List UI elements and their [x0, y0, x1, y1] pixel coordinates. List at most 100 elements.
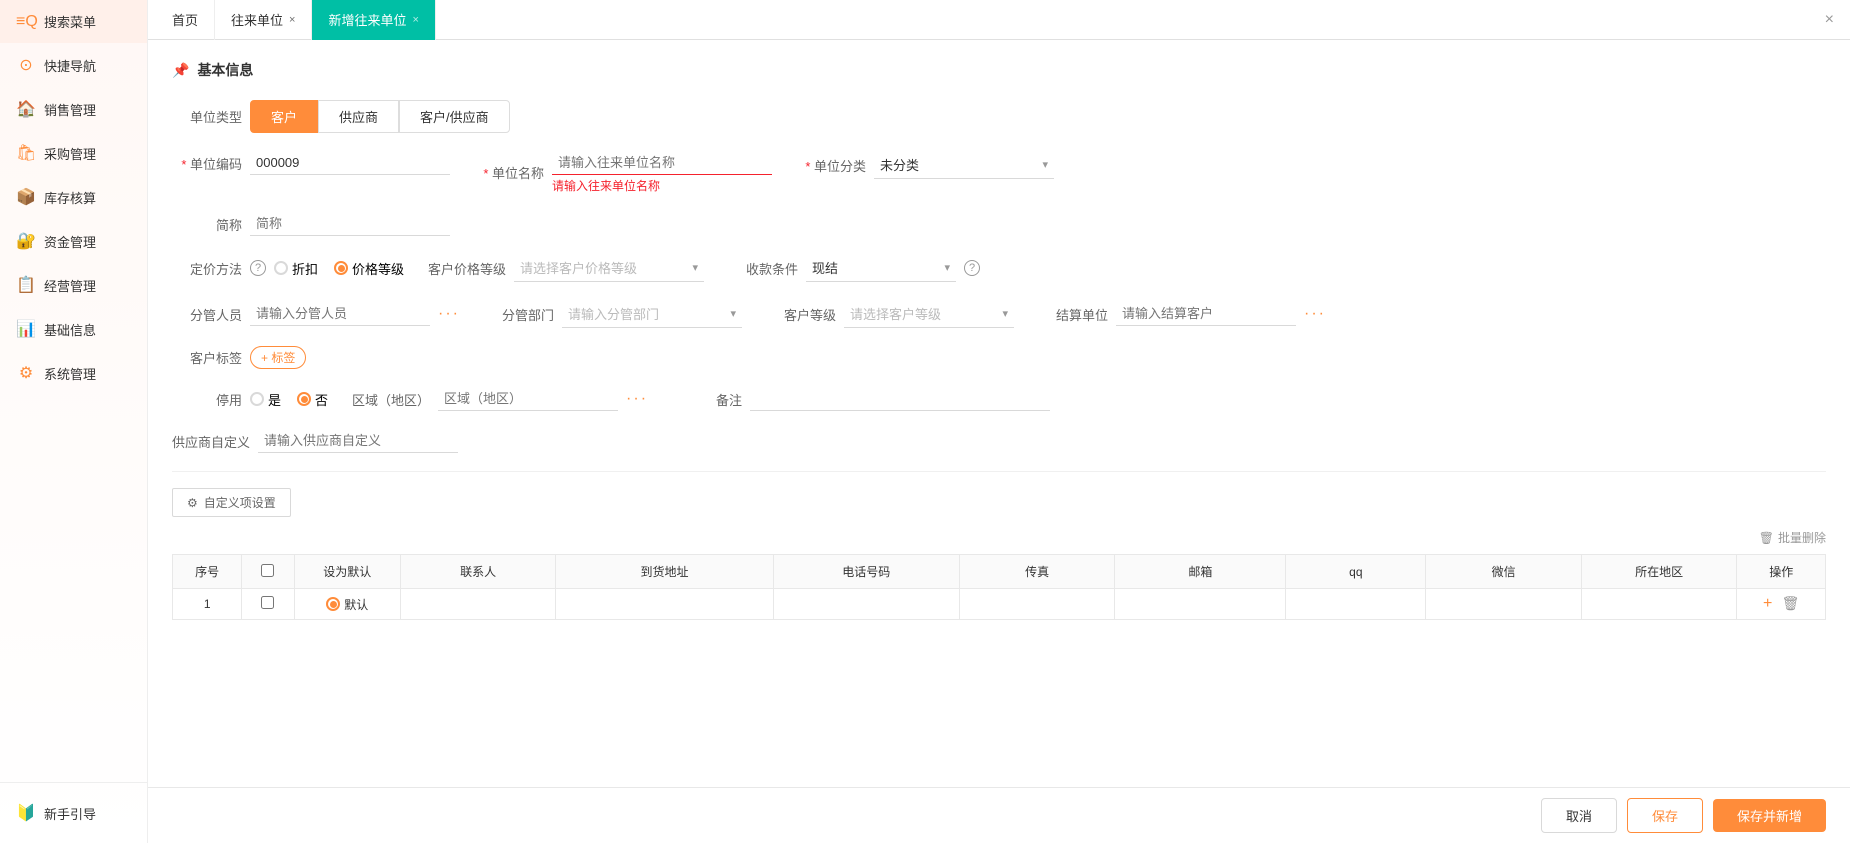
customer-level-label: 客户等级 — [766, 305, 836, 324]
row-wechat-input[interactable] — [1464, 597, 1544, 612]
sidebar-item-sales[interactable]: 🏠 销售管理 — [0, 87, 147, 131]
unit-name-error: 请输入往来单位名称 — [552, 177, 772, 194]
batch-delete-button[interactable]: 🗑 批量删除 — [1759, 529, 1826, 546]
sidebar-item-inventory[interactable]: 📦 库存核算 — [0, 175, 147, 219]
sidebar-item-label: 系统管理 — [44, 364, 96, 383]
col-email: 邮箱 — [1115, 555, 1286, 589]
tab-partner-new[interactable]: 新增往来单位 × — [312, 0, 435, 40]
settlement-more-icon[interactable]: ··· — [1304, 305, 1326, 323]
type-btn-customer[interactable]: 客户 — [250, 100, 318, 133]
row-radio-inner — [330, 601, 337, 608]
row-fax-input[interactable] — [997, 597, 1077, 612]
abbr-input[interactable] — [250, 212, 450, 236]
row-phone-input[interactable] — [816, 597, 916, 612]
tab-partner-list[interactable]: 往来单位 × — [215, 0, 312, 40]
tag-add-button[interactable]: + 标签 — [250, 346, 306, 369]
row-qq — [1286, 589, 1426, 620]
select-all-checkbox[interactable] — [261, 564, 274, 577]
contact-table-area: 🗑 批量删除 序号 设为默认 联系人 到货地址 电话号码 传真 邮箱 qq — [172, 529, 1826, 620]
supplier-custom-input[interactable] — [258, 429, 458, 453]
unit-type-label: 单位类型 — [172, 107, 242, 126]
sidebar-item-system[interactable]: ⚙ 系统管理 — [0, 351, 147, 395]
settlement-label: 结算单位 — [1038, 305, 1108, 324]
sidebar-item-base-info[interactable]: 📊 基础信息 — [0, 307, 147, 351]
finance-icon: 🔐 — [16, 231, 36, 251]
close-all-tabs[interactable]: × — [1817, 11, 1842, 29]
disable-no-label: 否 — [315, 390, 328, 409]
tab-home[interactable]: 首页 — [156, 0, 215, 40]
type-btn-supplier[interactable]: 供应商 — [318, 100, 399, 133]
supplier-custom-row: 供应商自定义 — [172, 429, 1826, 453]
row-email-input[interactable] — [1155, 597, 1245, 612]
region-field: 区域（地区） ··· — [352, 387, 648, 411]
sidebar-item-guide[interactable]: 🔰 新手引导 — [0, 791, 147, 835]
save-new-button[interactable]: 保存并新增 — [1713, 799, 1826, 832]
dept-select[interactable]: 请输入分管部门 ▾ — [562, 300, 742, 328]
tab-partner-list-close[interactable]: × — [289, 14, 295, 26]
disable-label: 停用 — [172, 390, 242, 409]
disable-radio-yes[interactable]: 是 — [250, 390, 281, 409]
unit-category-label: 单位分类 — [796, 156, 866, 175]
pricing-radio-discount[interactable]: 折扣 — [274, 259, 318, 278]
sidebar-item-label: 快捷导航 — [44, 56, 96, 75]
unit-code-label: 单位编码 — [172, 154, 242, 173]
manager-more-icon[interactable]: ··· — [438, 305, 460, 323]
save-button[interactable]: 保存 — [1627, 798, 1703, 833]
customer-price-select[interactable]: 请选择客户价格等级 ▾ — [514, 254, 704, 282]
col-checkbox — [242, 555, 294, 589]
row-checkbox-input[interactable] — [261, 596, 274, 609]
customer-level-field: 客户等级 请选择客户等级 ▾ — [766, 300, 1014, 328]
sidebar-item-operations[interactable]: 📋 经营管理 — [0, 263, 147, 307]
disable-radio-no[interactable]: 否 — [297, 390, 328, 409]
payment-select[interactable]: 现结 ▾ — [806, 254, 956, 282]
region-input[interactable] — [438, 387, 618, 411]
settlement-input[interactable] — [1116, 302, 1296, 326]
dept-arrow: ▾ — [730, 307, 736, 320]
unit-code-field: 单位编码 — [172, 151, 450, 175]
disable-yes-label: 是 — [268, 390, 281, 409]
sidebar-item-label: 采购管理 — [44, 144, 96, 163]
tab-partner-new-close[interactable]: × — [412, 14, 418, 26]
remark-input[interactable] — [750, 387, 1050, 411]
customer-price-arrow: ▾ — [693, 261, 699, 274]
custom-settings-button[interactable]: ⚙ 自定义项设置 — [172, 488, 291, 517]
row-default-radio[interactable]: 默认 — [305, 596, 390, 613]
unit-category-value: 未分类 — [880, 155, 919, 174]
customer-level-select[interactable]: 请选择客户等级 ▾ — [844, 300, 1014, 328]
sidebar-item-label: 基础信息 — [44, 320, 96, 339]
manager-input[interactable] — [250, 302, 430, 326]
customer-price-label: 客户价格等级 — [428, 259, 506, 278]
tag-add-label: + 标签 — [261, 349, 295, 366]
cancel-button[interactable]: 取消 — [1541, 798, 1617, 833]
sidebar-item-purchase[interactable]: 🛍 采购管理 — [0, 131, 147, 175]
sidebar-item-quick-nav[interactable]: ⊙ 快捷导航 — [0, 43, 147, 87]
main-area: 首页 往来单位 × 新增往来单位 × × 📌 基本信息 单位类型 客户 供应商 … — [148, 0, 1850, 843]
row-delete-button[interactable]: 🗑 — [1782, 595, 1800, 611]
pricing-radio-level[interactable]: 价格等级 — [334, 259, 404, 278]
unit-code-input[interactable] — [250, 151, 450, 175]
payment-arrow: ▾ — [945, 261, 951, 274]
pricing-help-icon[interactable]: ? — [250, 260, 266, 276]
row-qq-input[interactable] — [1321, 597, 1391, 612]
row-add-button[interactable]: + — [1763, 595, 1772, 612]
trash-icon: 🗑 — [1759, 531, 1774, 545]
abbr-row: 简称 — [172, 212, 1826, 236]
type-btn-both[interactable]: 客户/供应商 — [399, 100, 510, 133]
section-icon: 📌 — [172, 62, 189, 79]
unit-category-select[interactable]: 未分类 ▾ — [874, 151, 1054, 179]
sales-icon: 🏠 — [16, 99, 36, 119]
unit-name-input[interactable] — [552, 151, 772, 175]
table-toolbar: 🗑 批量删除 — [172, 529, 1826, 546]
unit-name-field: 单位名称 请输入往来单位名称 — [474, 151, 772, 194]
region-more-icon[interactable]: ··· — [626, 390, 648, 408]
row-address-input[interactable] — [604, 597, 724, 612]
sidebar-item-finance[interactable]: 🔐 资金管理 — [0, 219, 147, 263]
section-title: 基本信息 — [197, 60, 253, 80]
row-region-input[interactable] — [1619, 597, 1699, 612]
row-contact-input[interactable] — [438, 597, 518, 612]
payment-help-icon[interactable]: ? — [964, 260, 980, 276]
sidebar-item-search[interactable]: ≡Q 搜索菜单 — [0, 0, 147, 43]
col-default: 设为默认 — [294, 555, 400, 589]
disable-row: 停用 是 否 区域（地区） ··· — [172, 387, 1826, 411]
radio-outer-yes — [250, 392, 264, 406]
